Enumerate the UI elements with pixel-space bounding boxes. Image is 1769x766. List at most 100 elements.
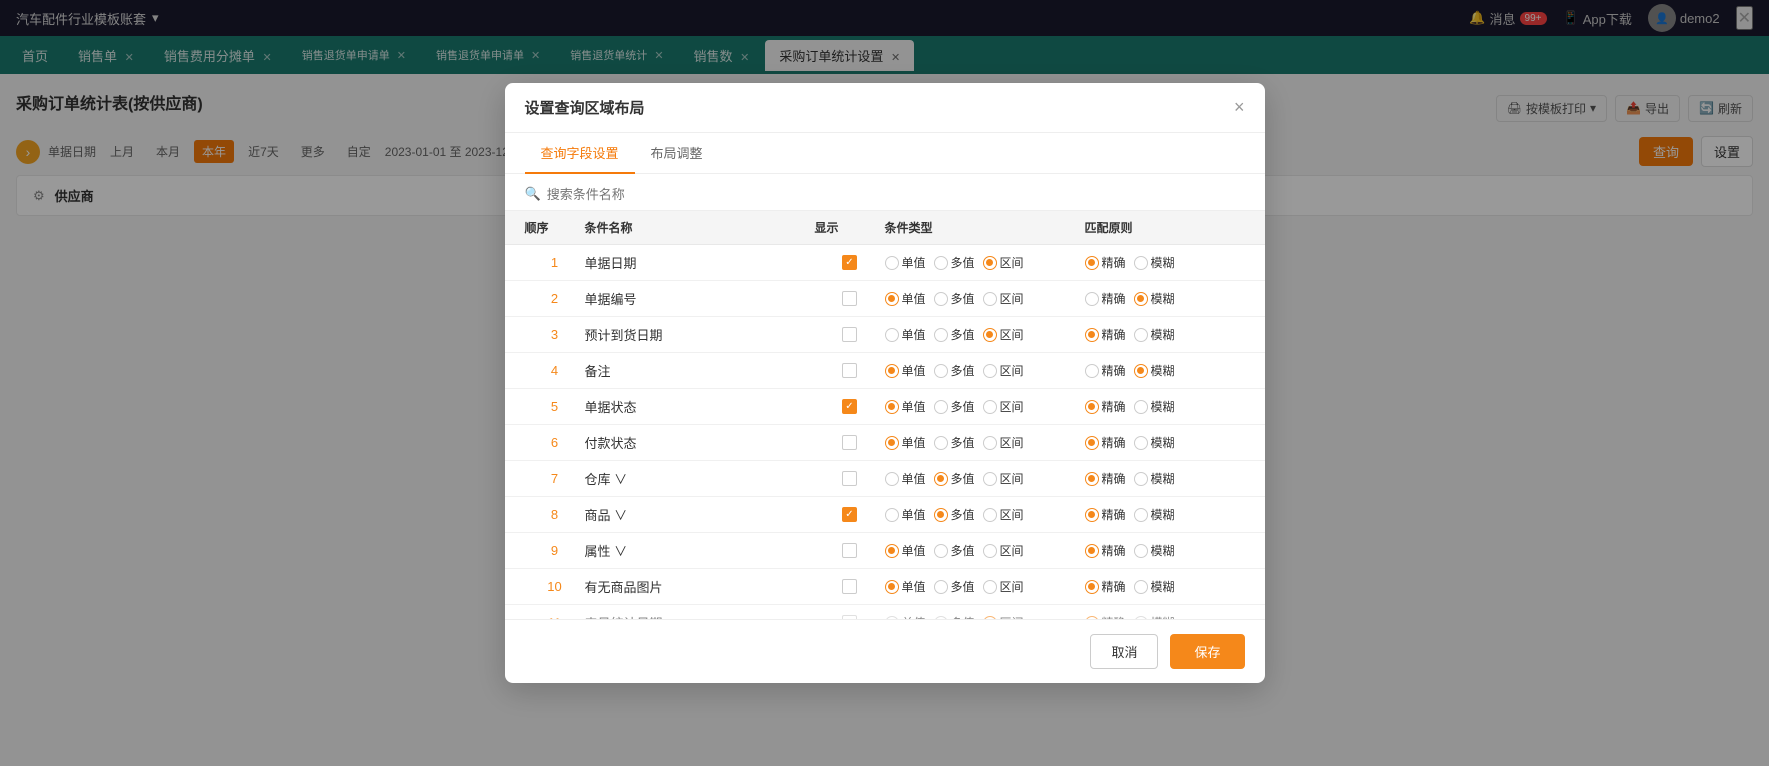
type-single[interactable]: 单值 (885, 326, 926, 343)
match-fuzzy[interactable]: 模糊 (1134, 290, 1175, 307)
type-range[interactable]: 区间 (983, 362, 1024, 379)
row-name: 预计到货日期 (585, 325, 815, 344)
match-fuzzy[interactable]: 模糊 (1134, 398, 1175, 415)
row-show[interactable] (815, 399, 885, 414)
row-show[interactable] (815, 615, 885, 619)
row-show[interactable] (815, 507, 885, 522)
match-fuzzy[interactable]: 模糊 (1134, 506, 1175, 523)
show-checkbox[interactable] (842, 579, 857, 594)
show-checkbox[interactable] (842, 291, 857, 306)
match-fuzzy[interactable]: 模糊 (1134, 614, 1175, 619)
match-exact[interactable]: 精确 (1085, 614, 1126, 619)
type-single[interactable]: 单值 (885, 506, 926, 523)
type-multi[interactable]: 多值 (934, 398, 975, 415)
show-checkbox[interactable] (842, 363, 857, 378)
row-show[interactable] (815, 471, 885, 486)
type-range[interactable]: 区间 (983, 398, 1024, 415)
type-range[interactable]: 区间 (983, 614, 1024, 619)
type-range[interactable]: 区间 (983, 470, 1024, 487)
type-radio-group: 单值 多值 区间 (885, 290, 1085, 307)
type-radio-group: 单值 多值 区间 (885, 506, 1085, 523)
match-fuzzy[interactable]: 模糊 (1134, 470, 1175, 487)
type-multi[interactable]: 多值 (934, 470, 975, 487)
type-single[interactable]: 单值 (885, 542, 926, 559)
match-fuzzy[interactable]: 模糊 (1134, 434, 1175, 451)
modal-tab-layout[interactable]: 布局调整 (635, 133, 719, 174)
type-multi[interactable]: 多值 (934, 434, 975, 451)
modal-overlay: 设置查询区域布局 × 查询字段设置 布局调整 🔍 顺序 条件名称 显示 条件类型… (0, 0, 1769, 766)
show-checkbox[interactable] (842, 543, 857, 558)
row-show[interactable] (815, 579, 885, 594)
row-show[interactable] (815, 435, 885, 450)
modal-tab-query-fields[interactable]: 查询字段设置 (525, 133, 635, 174)
match-exact[interactable]: 精确 (1085, 470, 1126, 487)
show-checkbox[interactable] (842, 327, 857, 342)
row-show[interactable] (815, 363, 885, 378)
type-multi[interactable]: 多值 (934, 326, 975, 343)
modal-search-bar: 🔍 (505, 174, 1265, 211)
modal-title: 设置查询区域布局 (525, 97, 645, 118)
type-multi[interactable]: 多值 (934, 578, 975, 595)
type-range[interactable]: 区间 (983, 434, 1024, 451)
row-show[interactable] (815, 543, 885, 558)
match-exact[interactable]: 精确 (1085, 254, 1126, 271)
th-match: 匹配原则 (1085, 219, 1245, 236)
type-range[interactable]: 区间 (983, 542, 1024, 559)
row-name: 单据状态 (585, 397, 815, 416)
show-checkbox[interactable] (842, 615, 857, 619)
match-fuzzy[interactable]: 模糊 (1134, 578, 1175, 595)
match-exact[interactable]: 精确 (1085, 434, 1126, 451)
match-group: 精确 模糊 (1085, 362, 1245, 379)
type-single[interactable]: 单值 (885, 290, 926, 307)
match-exact[interactable]: 精确 (1085, 398, 1126, 415)
match-exact[interactable]: 精确 (1085, 362, 1126, 379)
match-exact[interactable]: 精确 (1085, 578, 1126, 595)
type-single[interactable]: 单值 (885, 362, 926, 379)
type-multi[interactable]: 多值 (934, 614, 975, 619)
type-range[interactable]: 区间 (983, 506, 1024, 523)
show-checkbox[interactable] (842, 399, 857, 414)
modal-tabs: 查询字段设置 布局调整 (505, 133, 1265, 174)
type-radio-group: 单值 多值 区间 (885, 542, 1085, 559)
match-exact[interactable]: 精确 (1085, 506, 1126, 523)
match-fuzzy[interactable]: 模糊 (1134, 362, 1175, 379)
table-head: 顺序 条件名称 显示 条件类型 匹配原则 (505, 211, 1265, 245)
type-single[interactable]: 单值 (885, 434, 926, 451)
save-button[interactable]: 保存 (1170, 634, 1244, 669)
type-multi[interactable]: 多值 (934, 542, 975, 559)
match-fuzzy[interactable]: 模糊 (1134, 542, 1175, 559)
type-single[interactable]: 单值 (885, 614, 926, 619)
table-row: 7 仓库 ∨ 单值 多值 区间 精确 模糊 (505, 461, 1265, 497)
type-range[interactable]: 区间 (983, 326, 1024, 343)
match-fuzzy[interactable]: 模糊 (1134, 254, 1175, 271)
type-multi[interactable]: 多值 (934, 290, 975, 307)
show-checkbox[interactable] (842, 507, 857, 522)
match-fuzzy[interactable]: 模糊 (1134, 326, 1175, 343)
search-icon: 🔍 (525, 186, 541, 202)
row-show[interactable] (815, 255, 885, 270)
type-range[interactable]: 区间 (983, 254, 1024, 271)
row-num: 6 (525, 435, 585, 450)
type-range[interactable]: 区间 (983, 578, 1024, 595)
search-input[interactable] (547, 187, 1245, 202)
modal-table: 顺序 条件名称 显示 条件类型 匹配原则 1 单据日期 单值 多值 区间 精确 … (505, 211, 1265, 619)
type-range[interactable]: 区间 (983, 290, 1024, 307)
modal-close-button[interactable]: × (1234, 97, 1245, 118)
cancel-button[interactable]: 取消 (1090, 634, 1158, 669)
show-checkbox[interactable] (842, 255, 857, 270)
type-multi[interactable]: 多值 (934, 506, 975, 523)
type-multi[interactable]: 多值 (934, 254, 975, 271)
show-checkbox[interactable] (842, 435, 857, 450)
type-single[interactable]: 单值 (885, 578, 926, 595)
type-single[interactable]: 单值 (885, 470, 926, 487)
th-type: 条件类型 (885, 219, 1085, 236)
match-exact[interactable]: 精确 (1085, 326, 1126, 343)
type-multi[interactable]: 多值 (934, 362, 975, 379)
match-exact[interactable]: 精确 (1085, 542, 1126, 559)
show-checkbox[interactable] (842, 471, 857, 486)
row-show[interactable] (815, 327, 885, 342)
row-show[interactable] (815, 291, 885, 306)
match-exact[interactable]: 精确 (1085, 290, 1126, 307)
type-single[interactable]: 单值 (885, 254, 926, 271)
type-single[interactable]: 单值 (885, 398, 926, 415)
